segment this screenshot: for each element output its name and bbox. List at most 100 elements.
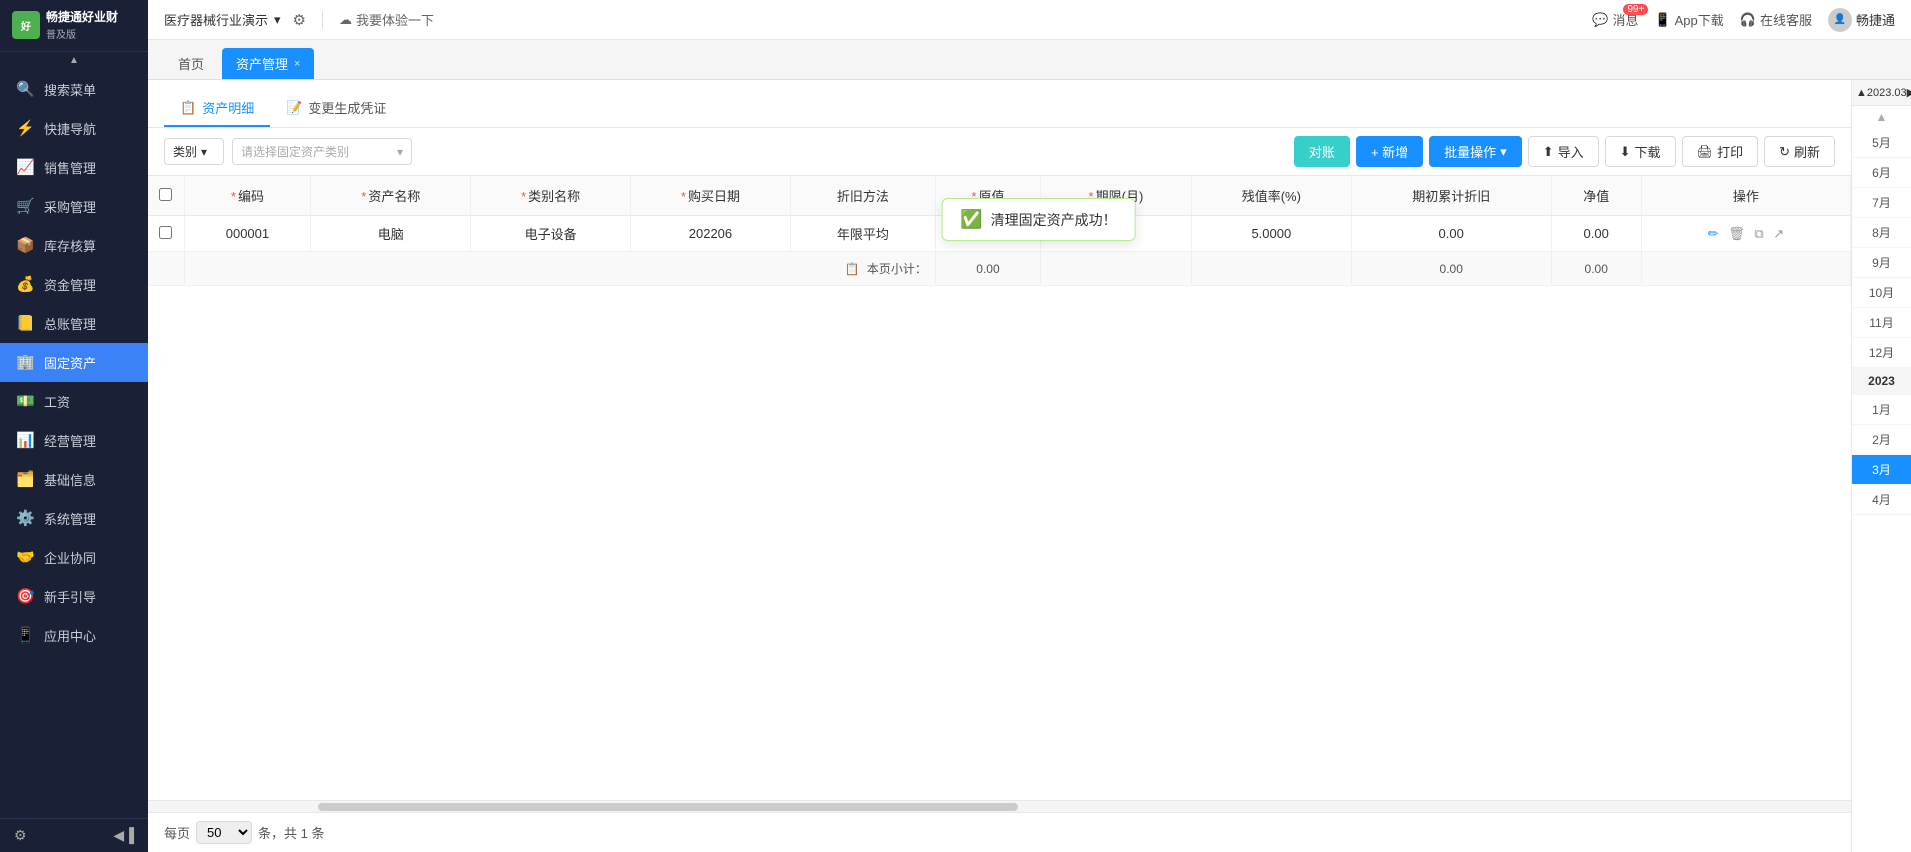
timeline-up-btn[interactable]: ▲ [1856, 87, 1867, 99]
timeline-right-btn[interactable]: ▶ [1907, 86, 1911, 99]
timeline-panel: ▲ 2023.03 ▶ ▲ 5月6月7月8月9月10月11月12月20231月2… [1851, 80, 1911, 852]
timeline-item[interactable]: 4月 [1852, 485, 1911, 515]
reconcile-btn[interactable]: 对账 [1294, 136, 1350, 167]
row-initial-accumulated: 0.00 [1351, 216, 1551, 252]
sidebar-icon: ⚡ [16, 119, 34, 137]
main-area: 医疗器械行业演示 ▾ ⚙ ☁ 我要体验一下 💬 消息 99+ 📱 App下载 🎧… [148, 0, 1911, 852]
tab-asset-management[interactable]: 资产管理 × [222, 48, 314, 79]
settings-icon[interactable]: ⚙ [14, 827, 27, 844]
sidebar-item-库存核算[interactable]: 📦库存核算 [0, 226, 148, 265]
refresh-btn[interactable]: ↻ 刷新 [1764, 136, 1835, 167]
new-btn[interactable]: + 新增 [1356, 136, 1423, 167]
online-service-btn[interactable]: 🎧 在线客服 [1740, 10, 1812, 29]
row-operations: ✏ 🗑 ⧉ ↗ [1641, 216, 1850, 252]
sidebar-item-经营管理[interactable]: 📊 经营管理 [0, 421, 148, 460]
subtotal-row: 📋 本页小计： 0.00 0.00 0.00 [148, 252, 1851, 286]
timeline-item[interactable]: 5月 [1852, 128, 1911, 158]
print-btn[interactable]: 🖨 打印 [1682, 136, 1759, 167]
select-all-checkbox[interactable] [159, 188, 172, 201]
asset-detail-tab-label: 资产明细 [202, 98, 254, 117]
row-category: 电子设备 [471, 216, 631, 252]
delete-icon[interactable]: 🗑 [1728, 226, 1745, 241]
timeline-item[interactable]: 3月 [1852, 455, 1911, 485]
sidebar-item-快捷导航[interactable]: ⚡快捷导航 [0, 109, 148, 148]
sidebar-item-采购管理[interactable]: 🛒 采购管理 [0, 187, 148, 226]
sidebar-bottom: ⚙ ◀▐ [0, 818, 148, 852]
timeline-item[interactable]: 7月 [1852, 188, 1911, 218]
pagination-bar: 每页 50 100 条，共 1 条 [148, 812, 1851, 852]
tab-home[interactable]: 首页 [164, 48, 218, 79]
sidebar-item-资金管理[interactable]: 💰资金管理 [0, 265, 148, 304]
sidebar-label: 采购管理 [44, 197, 96, 216]
horizontal-scrollbar[interactable] [148, 800, 1851, 812]
sidebar-item-系统管理[interactable]: ⚙️系统管理 [0, 499, 148, 538]
timeline-item[interactable]: 2023 [1852, 368, 1911, 395]
sidebar-item-应用中心[interactable]: 📱应用中心 [0, 616, 148, 655]
timeline-item[interactable]: 12月 [1852, 338, 1911, 368]
messages-btn[interactable]: 💬 消息 99+ [1592, 10, 1638, 29]
sidebar-item-搜索菜单[interactable]: 🔍搜索菜单 [0, 70, 148, 109]
sidebar-label: 企业协同 [44, 548, 96, 567]
sidebar-item-工资[interactable]: 💵工资 [0, 382, 148, 421]
app-download-btn[interactable]: 📱 App下载 [1654, 10, 1723, 29]
page-tab-asset-detail[interactable]: 📋 资产明细 [164, 90, 270, 127]
download-btn[interactable]: ⬇ 下载 [1605, 136, 1676, 167]
category-value-filter[interactable]: 请选择固定资产类别 ▾ [232, 138, 412, 165]
scrollbar-thumb[interactable] [318, 803, 1018, 811]
timeline-item[interactable]: 10月 [1852, 278, 1911, 308]
timeline-item[interactable]: 1月 [1852, 395, 1911, 425]
timeline-item[interactable]: 2月 [1852, 425, 1911, 455]
subtotal-period [1041, 252, 1192, 286]
subtotal-residual [1191, 252, 1351, 286]
per-page-select[interactable]: 50 100 [196, 821, 252, 844]
subtotal-initial-accumulated: 0.00 [1351, 252, 1551, 286]
import-btn[interactable]: ⬆ 导入 [1528, 136, 1599, 167]
sidebar-item-企业协同[interactable]: 🤝企业协同 [0, 538, 148, 577]
sidebar-scroll-up[interactable]: ▲ [0, 52, 148, 70]
collapse-icon[interactable]: ◀▐ [113, 827, 134, 844]
sidebar-label: 经营管理 [44, 431, 96, 450]
header-initial-accumulated: 期初累计折旧 [1351, 176, 1551, 216]
user-menu[interactable]: 👤 畅捷通 [1828, 8, 1895, 32]
page-tab-voucher[interactable]: 📝 变更生成凭证 [270, 90, 402, 127]
tab-close-icon[interactable]: × [294, 58, 300, 70]
tabbar: 首页 资产管理 × [148, 40, 1911, 80]
edit-icon[interactable]: ✏ [1708, 226, 1719, 241]
timeline-header: ▲ 2023.03 ▶ [1852, 80, 1911, 106]
timeline-year-label: 2023.03 [1867, 87, 1907, 99]
timeline-item[interactable]: 6月 [1852, 158, 1911, 188]
sidebar: 好 畅捷通好业财 普及版 ▲ 🔍搜索菜单⚡快捷导航📈销售管理🛒采购管理📦库存核算… [0, 0, 148, 852]
row-code: 000001 [184, 216, 311, 252]
download-icon: ⬇ [1620, 144, 1631, 160]
header-residual-rate: 残值率(%) [1191, 176, 1351, 216]
category-dropdown-icon: ▾ [201, 145, 207, 159]
sidebar-item-总账管理[interactable]: 📒总账管理 [0, 304, 148, 343]
category-filter[interactable]: 类别 ▾ [164, 138, 224, 165]
batch-btn[interactable]: 批量操作 ▾ [1429, 136, 1522, 167]
sidebar-icon: 🗂️ [16, 470, 34, 488]
more-icon[interactable]: ↗ [1773, 226, 1784, 241]
timeline-item[interactable]: 8月 [1852, 218, 1911, 248]
tab-asset-label: 资产管理 [236, 54, 288, 73]
row-checkbox[interactable] [159, 226, 172, 239]
batch-label: 批量操作 [1444, 142, 1496, 161]
import-icon: ⬆ [1543, 144, 1554, 160]
timeline-item[interactable]: 11月 [1852, 308, 1911, 338]
sidebar-item-固定资产[interactable]: 🏢固定资产 [0, 343, 148, 382]
sidebar-icon: 💵 [16, 392, 34, 410]
sidebar-icon: 📊 [16, 431, 34, 449]
sidebar-label: 总账管理 [44, 314, 96, 333]
sidebar-item-基础信息[interactable]: 🗂️基础信息 [0, 460, 148, 499]
sidebar-icon: 🛒 [16, 197, 34, 215]
settings-gear-icon[interactable]: ⚙ [293, 11, 306, 29]
print-label: 打印 [1717, 142, 1743, 161]
copy-icon[interactable]: ⧉ [1754, 226, 1763, 241]
timeline-scroll-up[interactable]: ▲ [1852, 106, 1911, 128]
row-depreciation: 年限平均 [790, 216, 935, 252]
sidebar-label: 搜索菜单 [44, 80, 96, 99]
experience-link[interactable]: ☁ 我要体验一下 [339, 10, 434, 29]
sidebar-item-销售管理[interactable]: 📈销售管理 [0, 148, 148, 187]
sidebar-item-新手引导[interactable]: 🎯新手引导 [0, 577, 148, 616]
timeline-item[interactable]: 9月 [1852, 248, 1911, 278]
company-selector[interactable]: 医疗器械行业演示 ▾ [164, 10, 281, 29]
